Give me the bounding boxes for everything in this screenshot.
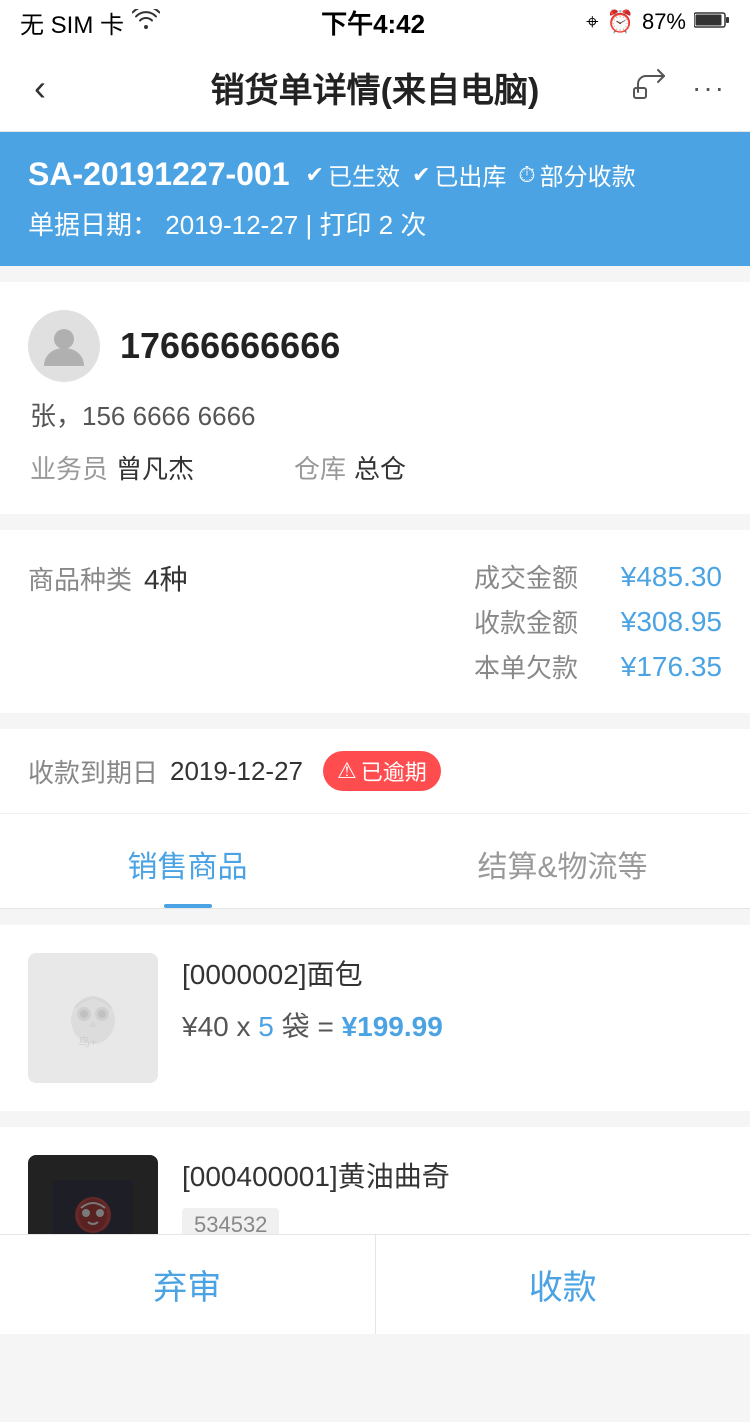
location-icon: ⌖ [586,9,598,35]
deal-value: ¥485.30 [602,561,722,593]
check-icon: ✔ [306,162,324,188]
stats-right: 成交金额 ¥485.30 收款金额 ¥308.95 本单欠款 ¥176.35 [474,558,722,685]
customer-sub-info: 张，156 6666 6666 [28,396,722,433]
equals-1: = [317,1011,341,1042]
due-label: 收款到期日 [28,753,158,790]
status-shipped: ✔ 已出库 [412,157,506,192]
status-left: 无 SIM 卡 [20,5,160,40]
stats-left: 商品种类 4种 [28,558,188,598]
customer-meta: 业务员 曾凡杰 仓库 总仓 [28,449,722,486]
multiply-1: x [237,1011,259,1042]
receive-amount: 收款金额 ¥308.95 [474,603,722,640]
warehouse-name: 总仓 [354,449,406,486]
unit-1: 袋 [282,1011,310,1042]
svg-text:鸟+: 鸟+ [78,1034,97,1049]
bottom-bar: 弃审 收款 [0,1234,750,1334]
wifi-icon [132,8,160,36]
order-date-line: 单据日期： 2019-12-27 | 打印 2 次 [28,205,722,242]
clock-icon: ⏱ [518,162,535,188]
debt-amount: 本单欠款 ¥176.35 [474,648,722,685]
customer-name-item: 张，156 6666 6666 [30,396,256,433]
total-1: ¥199.99 [342,1011,443,1042]
collect-payment-button[interactable]: 收款 [376,1235,750,1334]
order-number: SA-20191227-001 [28,156,290,193]
staff-item: 业务员 曾凡杰 [30,449,194,486]
deal-label: 成交金额 [474,558,578,595]
product-image-1: 鸟+ [28,953,158,1083]
customer-name-value: 张，156 6666 6666 [30,396,256,433]
staff-label: 业务员 [30,449,108,486]
status-effective: ✔ 已生效 [306,157,400,192]
product-price-1: ¥40 x 5 袋 = ¥199.99 [182,1005,722,1045]
status-time: 下午4:42 [321,4,425,41]
order-header: SA-20191227-001 ✔ 已生效 ✔ 已出库 ⏱ 部分收款 单据日期：… [0,132,750,266]
nav-right-actions: ··· [632,66,726,110]
receive-value: ¥308.95 [602,606,722,638]
status-bar: 无 SIM 卡 下午4:42 ⌖ ⏰ 87% [0,0,750,44]
overdue-icon: ⚠ [337,758,357,784]
battery-percent: 87% [642,9,686,35]
receive-label: 收款金额 [474,603,578,640]
status-payment: ⏱ 部分收款 [518,157,635,192]
back-button[interactable]: ‹ [24,57,56,119]
debt-value: ¥176.35 [602,651,722,683]
tab-settlement[interactable]: 结算&物流等 [375,814,750,908]
qty-1: 5 [258,1011,274,1042]
debt-label: 本单欠款 [474,648,578,685]
page-title: 销货单详情(来自电脑) [211,63,540,112]
warehouse-item: 仓库 总仓 [294,449,406,486]
battery-icon [694,9,730,35]
product-info-1: [0000002]面包 ¥40 x 5 袋 = ¥199.99 [182,953,722,1045]
tabs-row: 销售商品 结算&物流等 [0,814,750,908]
abandon-review-button[interactable]: 弃审 [0,1235,376,1334]
overdue-badge: ⚠ 已逾期 [323,751,441,791]
staff-name: 曾凡杰 [116,449,194,486]
type-label: 商品种类 [28,560,132,597]
nav-bar: ‹ 销货单详情(来自电脑) ··· [0,44,750,132]
avatar [28,310,100,382]
unit-price-1: ¥40 [182,1011,229,1042]
deal-amount: 成交金额 ¥485.30 [474,558,722,595]
alarm-icon: ⏰ [607,9,634,35]
check-icon-2: ✔ [412,162,430,188]
share-icon[interactable] [632,66,668,110]
product-name-1: [0000002]面包 [182,953,722,993]
status-tags: ✔ 已生效 ✔ 已出库 ⏱ 部分收款 [306,157,636,192]
tabs-section: 销售商品 结算&物流等 [0,814,750,909]
warehouse-label: 仓库 [294,449,346,486]
status-right: ⌖ ⏰ 87% [586,9,730,35]
due-date-value: 2019-12-27 [170,756,303,787]
overdue-text: 已逾期 [361,755,427,787]
sim-label: 无 SIM 卡 [20,5,124,40]
product-name-2: [000400001]黄油曲奇 [182,1155,722,1195]
type-value: 4种 [144,558,188,598]
list-item: 鸟+ [0000002]面包 ¥40 x 5 袋 = ¥199.99 [0,925,750,1111]
customer-section: 17666666666 张，156 6666 6666 业务员 曾凡杰 仓库 总… [0,282,750,514]
customer-phone: 17666666666 [120,325,340,367]
stats-section: 商品种类 4种 成交金额 ¥485.30 收款金额 ¥308.95 本单欠款 ¥… [0,530,750,713]
tab-sales-products[interactable]: 销售商品 [0,814,375,908]
more-icon[interactable]: ··· [692,72,726,104]
due-section: 收款到期日 2019-12-27 ⚠ 已逾期 [0,729,750,814]
